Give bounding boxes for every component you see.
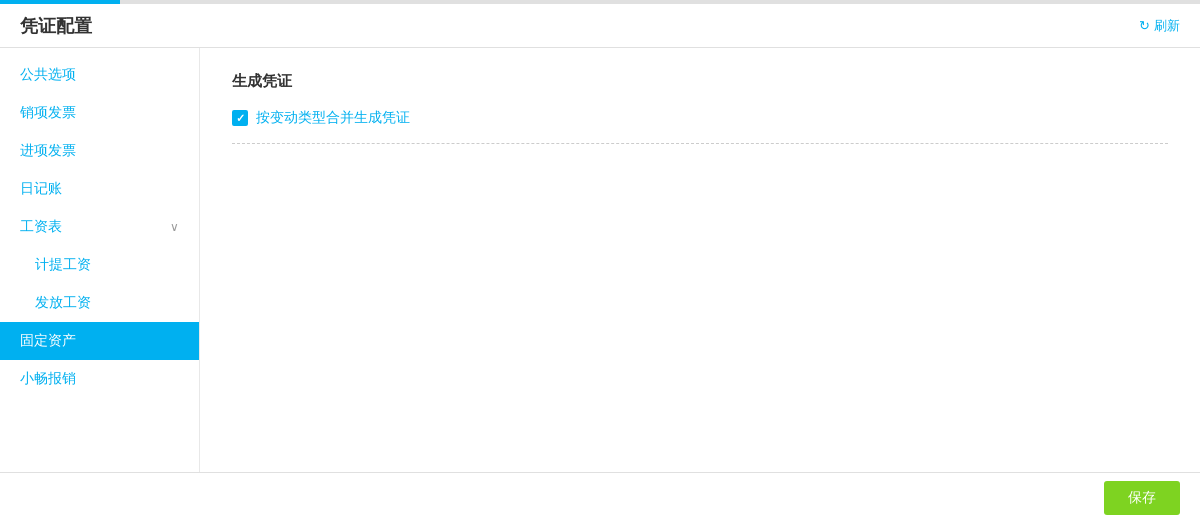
- merge-checkbox[interactable]: ✓: [232, 110, 248, 126]
- section-title: 生成凭证: [232, 72, 1168, 91]
- sidebar-item-label: 销项发票: [20, 104, 76, 122]
- sidebar-item-purchase-invoice[interactable]: 进项发票: [0, 132, 199, 170]
- sidebar-item-label: 小畅报销: [20, 370, 76, 388]
- sidebar-item-label: 日记账: [20, 180, 62, 198]
- main-content: 生成凭证 ✓ 按变动类型合并生成凭证: [200, 48, 1200, 472]
- sidebar-item-payroll[interactable]: 工资表 ∨: [0, 208, 199, 246]
- sidebar-item-public[interactable]: 公共选项: [0, 56, 199, 94]
- sidebar-item-journal[interactable]: 日记账: [0, 170, 199, 208]
- sidebar-item-salary-pay[interactable]: 发放工资: [0, 284, 199, 322]
- sidebar-item-label: 计提工资: [35, 256, 91, 272]
- sidebar-item-sales-invoice[interactable]: 销项发票: [0, 94, 199, 132]
- merge-checkbox-label: 按变动类型合并生成凭证: [256, 109, 410, 127]
- chevron-down-icon: ∨: [170, 220, 179, 234]
- checkmark-icon: ✓: [236, 113, 245, 124]
- sidebar-item-expense[interactable]: 小畅报销: [0, 360, 199, 398]
- footer: 保存: [0, 472, 1200, 522]
- sidebar-item-label: 公共选项: [20, 66, 76, 84]
- sidebar-item-salary-accrual[interactable]: 计提工资: [0, 246, 199, 284]
- sidebar-item-label: 进项发票: [20, 142, 76, 160]
- refresh-label: 刷新: [1154, 17, 1180, 35]
- sidebar-item-label: 工资表: [20, 218, 62, 236]
- sidebar: 公共选项 销项发票 进项发票 日记账 工资表 ∨ 计提工资 发放工资 固定资: [0, 48, 200, 472]
- header: 凭证配置 ↻ 刷新: [0, 4, 1200, 48]
- top-nav-active: [0, 0, 120, 4]
- sidebar-item-fixed-assets[interactable]: 固定资产: [0, 322, 199, 360]
- refresh-icon: ↻: [1139, 18, 1150, 33]
- save-button[interactable]: 保存: [1104, 481, 1180, 515]
- page-title: 凭证配置: [20, 14, 92, 38]
- top-nav: [0, 0, 1200, 4]
- sidebar-item-label: 发放工资: [35, 294, 91, 310]
- section-divider: [232, 143, 1168, 144]
- body: 公共选项 销项发票 进项发票 日记账 工资表 ∨ 计提工资 发放工资 固定资: [0, 48, 1200, 472]
- refresh-button[interactable]: ↻ 刷新: [1139, 17, 1180, 35]
- merge-checkbox-row[interactable]: ✓ 按变动类型合并生成凭证: [232, 109, 1168, 127]
- sidebar-item-label: 固定资产: [20, 332, 76, 350]
